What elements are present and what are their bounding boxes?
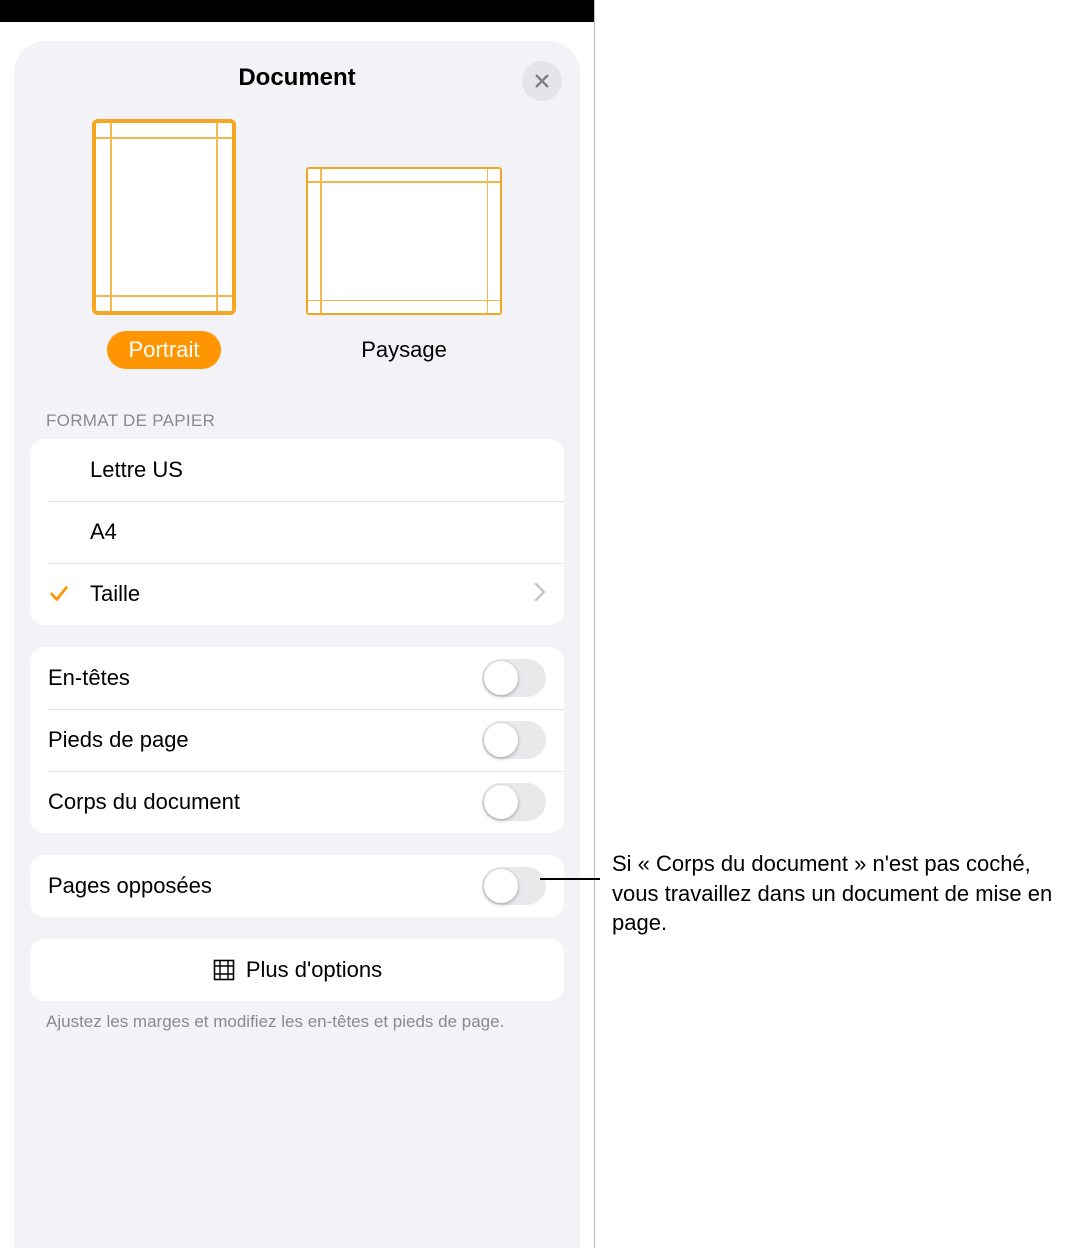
footers-toggle[interactable] (482, 721, 546, 759)
more-options-footnote: Ajustez les marges et modifiez les en-tê… (14, 1001, 580, 1034)
paper-option-label: A4 (90, 519, 546, 545)
orientation-portrait[interactable]: Portrait (92, 119, 236, 369)
orientation-landscape[interactable]: Paysage (306, 119, 502, 369)
document-body-row: Corps du document (30, 771, 564, 833)
paper-option-letter-us[interactable]: Lettre US (30, 439, 564, 501)
headers-row: En-têtes (30, 647, 564, 709)
footers-label: Pieds de page (48, 727, 482, 753)
orientation-landscape-label: Paysage (339, 331, 469, 369)
more-options-list: Plus d'options (30, 939, 564, 1001)
headers-toggle[interactable] (482, 659, 546, 697)
checkmark-icon (48, 583, 90, 605)
close-button[interactable] (522, 61, 562, 101)
orientation-portrait-label: Portrait (107, 331, 222, 369)
settings-sheet: Document Portrait Paysage Format d (14, 41, 580, 1248)
facing-pages-label: Pages opposées (48, 873, 482, 899)
sheet-header: Document (14, 41, 580, 115)
portrait-thumbnail (92, 119, 236, 315)
paper-option-custom-size[interactable]: Taille (30, 563, 564, 625)
annotation-leader-line (540, 878, 600, 880)
sheet-title: Document (238, 64, 355, 92)
document-settings-panel: Document Portrait Paysage Format d (0, 0, 595, 1248)
document-body-toggle[interactable] (482, 783, 546, 821)
landscape-thumbnail (306, 167, 502, 315)
more-options-button[interactable]: Plus d'options (30, 939, 564, 1001)
orientation-selector: Portrait Paysage (14, 115, 580, 393)
footers-row: Pieds de page (30, 709, 564, 771)
paper-format-header: Format de papier (14, 393, 580, 439)
paper-option-a4[interactable]: A4 (30, 501, 564, 563)
facing-pages-toggle[interactable] (482, 867, 546, 905)
annotation-text: Si « Corps du document » n'est pas coché… (612, 849, 1067, 938)
paper-size-list: Lettre US A4 Taille (30, 439, 564, 625)
document-body-label: Corps du document (48, 789, 482, 815)
paper-option-label: Lettre US (90, 457, 546, 483)
more-options-label: Plus d'options (246, 957, 382, 983)
margins-icon (212, 958, 236, 982)
chevron-right-icon (534, 582, 546, 607)
facing-pages-list: Pages opposées (30, 855, 564, 917)
close-icon (533, 72, 551, 90)
paper-option-label: Taille (90, 581, 534, 607)
document-toggles-list: En-têtes Pieds de page Corps du document (30, 647, 564, 833)
facing-pages-row: Pages opposées (30, 855, 564, 917)
headers-label: En-têtes (48, 665, 482, 691)
